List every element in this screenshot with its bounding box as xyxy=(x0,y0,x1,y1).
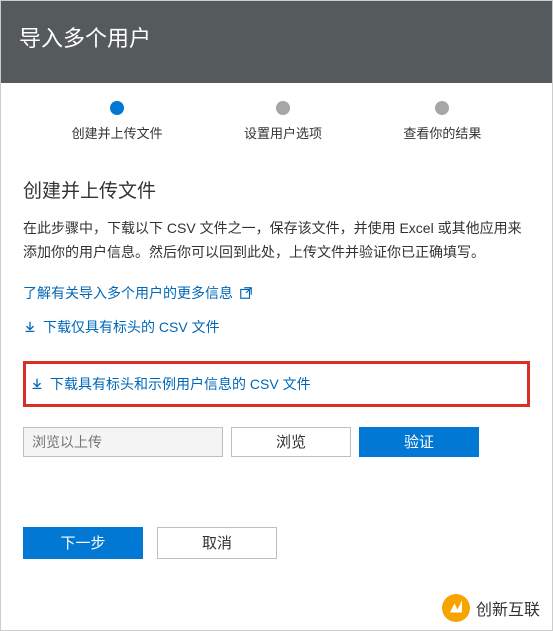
step-set-options: 设置用户选项 xyxy=(244,101,322,142)
page-header: 导入多个用户 xyxy=(1,1,552,83)
browse-button[interactable]: 浏览 xyxy=(231,427,351,457)
download-icon xyxy=(30,377,44,391)
next-button[interactable]: 下一步 xyxy=(23,527,143,559)
learn-more-link[interactable]: 了解有关导入多个用户的更多信息 xyxy=(23,283,253,303)
watermark: 创新互联 xyxy=(442,594,540,622)
section-description: 在此步骤中，下载以下 CSV 文件之一，保存该文件，并使用 Excel 或其他应… xyxy=(23,217,530,265)
step-dot-icon xyxy=(276,101,290,115)
section-title: 创建并上传文件 xyxy=(23,176,530,203)
step-label: 创建并上传文件 xyxy=(72,123,163,142)
verify-button[interactable]: 验证 xyxy=(359,427,479,457)
link-label: 下载具有标头和示例用户信息的 CSV 文件 xyxy=(50,374,311,394)
download-headers-link[interactable]: 下载仅具有标头的 CSV 文件 xyxy=(23,317,530,337)
step-create-upload: 创建并上传文件 xyxy=(72,101,163,142)
link-label: 下载仅具有标头的 CSV 文件 xyxy=(43,317,220,337)
download-icon xyxy=(23,320,37,334)
link-label: 了解有关导入多个用户的更多信息 xyxy=(23,283,233,303)
file-upload-row: 浏览 验证 xyxy=(23,427,530,457)
highlight-box: 下载具有标头和示例用户信息的 CSV 文件 xyxy=(23,361,530,407)
cancel-button[interactable]: 取消 xyxy=(157,527,277,559)
action-row: 下一步 取消 xyxy=(23,527,530,559)
step-view-results: 查看你的结果 xyxy=(403,101,481,142)
external-link-icon xyxy=(239,286,253,300)
watermark-text: 创新互联 xyxy=(476,596,540,620)
main-content: 创建并上传文件 在此步骤中，下载以下 CSV 文件之一，保存该文件，并使用 Ex… xyxy=(1,152,552,559)
step-dot-icon xyxy=(435,101,449,115)
watermark-logo-icon xyxy=(442,594,470,622)
page-title: 导入多个用户 xyxy=(19,26,151,51)
download-links: 下载仅具有标头的 CSV 文件 下载具有标头和示例用户信息的 CSV 文件 xyxy=(23,317,530,419)
step-label: 查看你的结果 xyxy=(403,123,481,142)
progress-steps: 创建并上传文件 设置用户选项 查看你的结果 xyxy=(1,83,552,152)
step-label: 设置用户选项 xyxy=(244,123,322,142)
step-dot-icon xyxy=(110,101,124,115)
file-path-input[interactable] xyxy=(23,427,223,457)
download-sample-link[interactable]: 下载具有标头和示例用户信息的 CSV 文件 xyxy=(30,374,311,394)
